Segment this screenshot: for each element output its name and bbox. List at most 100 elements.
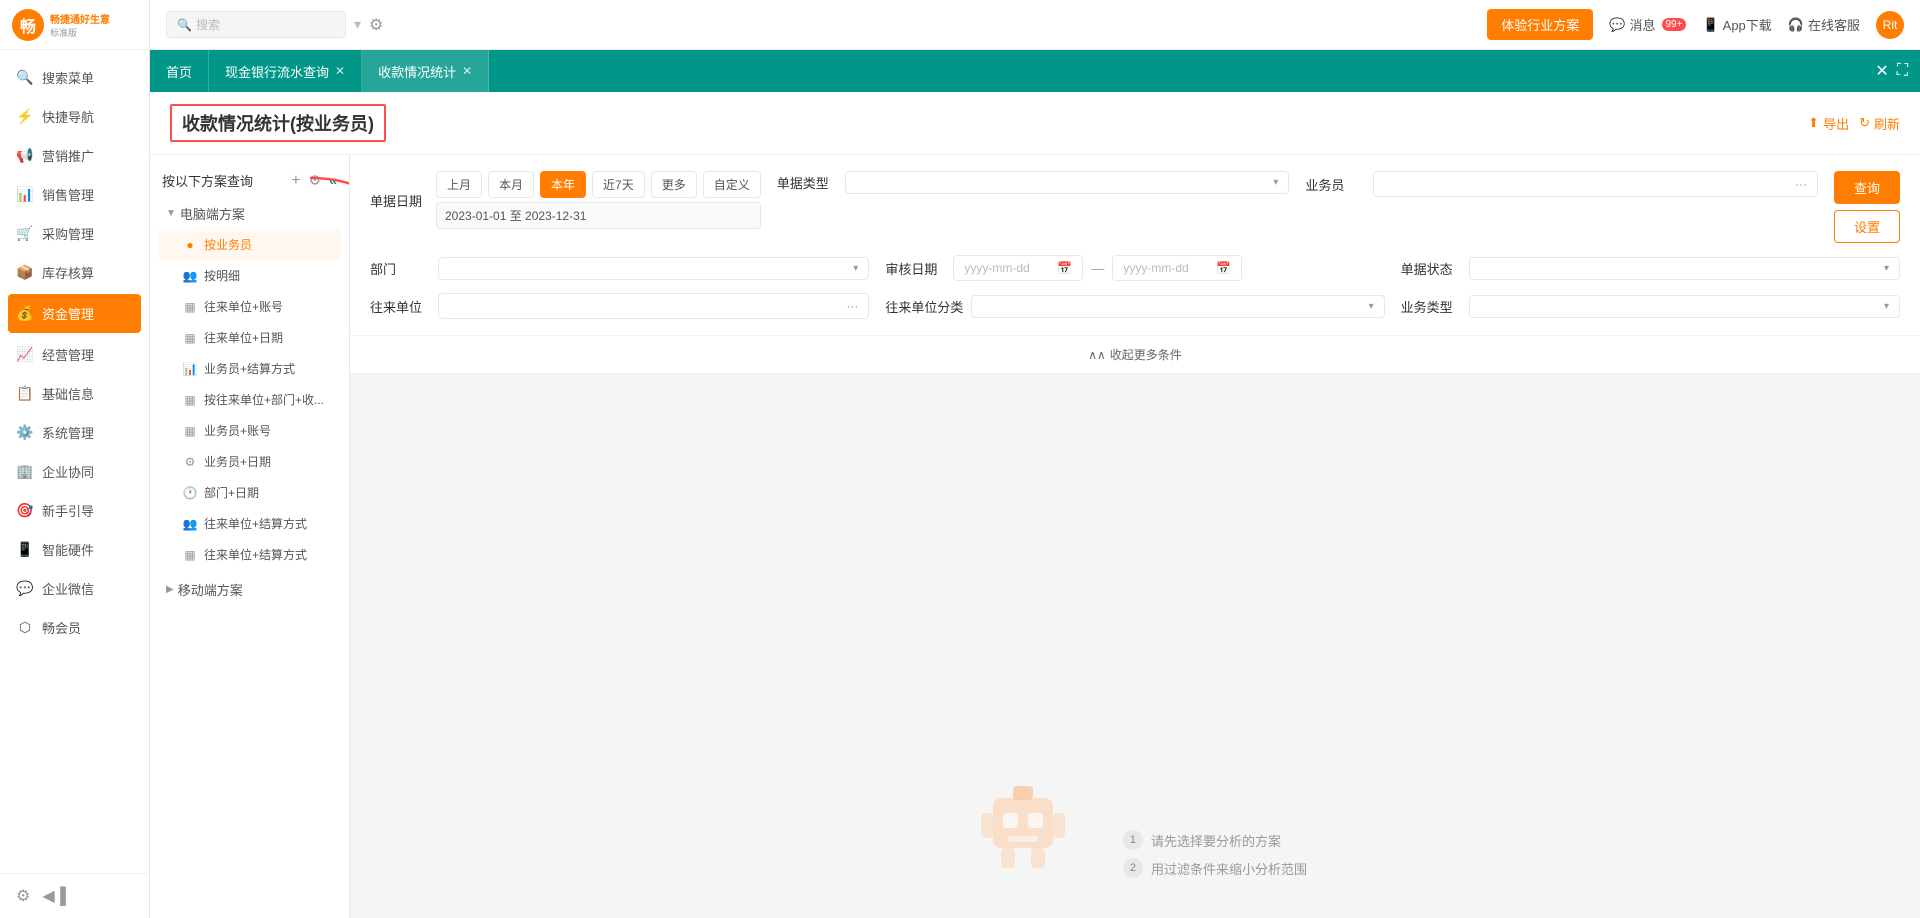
date-label: 单据日期 [370, 191, 430, 210]
left-panel: 按以下方案查询 + ⚙ « [150, 155, 350, 918]
page-content: 收款情况统计(按业务员) ⬆ 导出 ↻ 刷新 按以下方案查询 + [150, 92, 1920, 918]
business-icon: 📈 [16, 346, 34, 364]
doc-status-chevron-icon: ▾ [1884, 263, 1889, 274]
settings-btn[interactable]: 设置 [1834, 210, 1900, 243]
add-plan-icon[interactable]: + [291, 172, 300, 190]
tab-receipt-close[interactable]: ✕ [462, 64, 472, 78]
sidebar-item-base[interactable]: 📋 基础信息 [0, 374, 149, 413]
tip-item-2: 2 用过滤条件来缩小分析范围 [1123, 858, 1307, 878]
review-date-start[interactable]: yyyy-mm-dd 📅 [953, 255, 1083, 281]
biz-type-chevron-icon: ▾ [1884, 301, 1889, 312]
biz-type-select[interactable]: ▾ [1469, 295, 1900, 318]
doc-status-select[interactable]: ▾ [1469, 257, 1900, 280]
collapse-panel-icon[interactable]: « [329, 172, 337, 190]
tab-bank-close[interactable]: ✕ [335, 64, 345, 78]
panel-header: 按以下方案查询 + ⚙ « [150, 163, 349, 198]
enterprise-icon: 🏢 [16, 463, 34, 481]
tree-item-unit-settle1[interactable]: 👥 往来单位+结算方式 [158, 508, 341, 539]
search-icon: 🔍 [16, 69, 34, 87]
query-btn[interactable]: 查询 [1834, 171, 1900, 204]
salesman-more-icon[interactable]: ··· [1795, 177, 1807, 191]
tree-item-salesman-account[interactable]: ▦ 业务员+账号 [158, 415, 341, 446]
header-dropdown-icon[interactable]: ▾ [354, 16, 361, 33]
sidebar-item-purchase[interactable]: 🛒 采购管理 [0, 214, 149, 253]
doc-status-filter: 单据状态 ▾ [1401, 257, 1900, 280]
date-btn-7days[interactable]: 近7天 [592, 171, 645, 198]
sidebar-item-quicknav[interactable]: ⚡ 快捷导航 [0, 97, 149, 136]
sidebar-item-member[interactable]: ⬡ 畅会员 [0, 608, 149, 647]
date-btn-last-month[interactable]: 上月 [436, 171, 482, 198]
dept-select[interactable]: ▾ [438, 257, 869, 280]
date-btn-custom[interactable]: 自定义 [703, 171, 761, 198]
wechat-icon: 💬 [16, 580, 34, 598]
logo-icon: 畅 [12, 9, 44, 41]
tab-receipt[interactable]: 收款情况统计 ✕ [362, 50, 489, 92]
tree-item-unit-settle2[interactable]: ▦ 往来单位+结算方式 [158, 539, 341, 570]
tab-controls: ✕ ⛶ [1875, 61, 1920, 81]
tab-fullscreen-icon[interactable]: ⛶ [1897, 62, 1908, 80]
online-service-btn[interactable]: 🎧 在线客服 [1788, 15, 1860, 34]
doc-type-select[interactable]: ▾ [845, 171, 1290, 194]
header-settings-icon[interactable]: ⚙ [369, 15, 383, 35]
sidebar-item-business[interactable]: 📈 经营管理 [0, 335, 149, 374]
tree-item-dept-date[interactable]: 🕐 部门+日期 [158, 477, 341, 508]
date-btn-more[interactable]: 更多 [651, 171, 697, 198]
counterpart-category-select[interactable]: ▾ [971, 295, 1384, 318]
detail-icon: 👥 [182, 268, 198, 284]
tree-item-unit-account[interactable]: ▦ 往来单位+账号 [158, 291, 341, 322]
salesman-select[interactable]: ··· [1373, 171, 1818, 197]
review-date-end[interactable]: yyyy-mm-dd 📅 [1112, 255, 1242, 281]
tree-item-by-salesman[interactable]: ● 按业务员 [158, 229, 341, 260]
user-avatar[interactable]: Rit [1876, 11, 1904, 39]
logo-area: 畅 畅捷通好生意 标准版 [0, 0, 149, 50]
page-actions: ⬆ 导出 ↻ 刷新 [1808, 114, 1900, 133]
date-btn-this-year[interactable]: 本年 [540, 171, 586, 198]
sidebar-item-marketing[interactable]: 📢 营销推广 [0, 136, 149, 175]
sidebar-item-enterprise[interactable]: 🏢 企业协同 [0, 452, 149, 491]
tab-close-all-icon[interactable]: ✕ [1875, 61, 1888, 81]
counterpart-select[interactable]: ··· [438, 293, 869, 319]
settings-footer-icon[interactable]: ⚙ [16, 886, 30, 906]
sidebar-item-sales[interactable]: 📊 销售管理 [0, 175, 149, 214]
tab-bank[interactable]: 现金银行流水查询 ✕ [209, 50, 362, 92]
sidebar-item-inventory[interactable]: 📦 库存核算 [0, 253, 149, 292]
top-header: 🔍 搜索 ▾ ⚙ 体验行业方案 💬 消息 99+ 📱 App下载 🎧 在线客服 [150, 0, 1920, 50]
sales-icon: 📊 [16, 186, 34, 204]
app-download-btn[interactable]: 📱 App下载 [1702, 15, 1771, 34]
sidebar-item-wechat[interactable]: 💬 企业微信 [0, 569, 149, 608]
refresh-btn[interactable]: ↻ 刷新 [1859, 114, 1900, 133]
page-header: 收款情况统计(按业务员) ⬆ 导出 ↻ 刷新 [150, 92, 1920, 155]
tree-item-by-detail[interactable]: 👥 按明细 [158, 260, 341, 291]
date-btn-this-month[interactable]: 本月 [488, 171, 534, 198]
sidebar-item-hardware[interactable]: 📱 智能硬件 [0, 530, 149, 569]
tree-mobile-title[interactable]: ▶ 移动端方案 [158, 574, 341, 605]
header-right: 体验行业方案 💬 消息 99+ 📱 App下载 🎧 在线客服 Rit [1487, 9, 1904, 40]
unit-account-icon: ▦ [182, 299, 198, 315]
panel-title: 按以下方案查询 [162, 171, 253, 190]
tab-bar: 首页 现金银行流水查询 ✕ 收款情况统计 ✕ ✕ ⛶ [150, 50, 1920, 92]
counterpart-more-icon[interactable]: ··· [846, 299, 858, 313]
collapse-sidebar-icon[interactable]: ◀▐ [42, 886, 66, 906]
empty-robot-illustration [963, 758, 1083, 878]
sidebar-item-guide[interactable]: 🎯 新手引导 [0, 491, 149, 530]
dept-label: 部门 [370, 259, 430, 278]
tab-home[interactable]: 首页 [150, 50, 209, 92]
tree-desktop-title[interactable]: ▼ 电脑端方案 [158, 198, 341, 229]
tree-item-unit-date[interactable]: ▦ 往来单位+日期 [158, 322, 341, 353]
sidebar-item-system[interactable]: ⚙️ 系统管理 [0, 413, 149, 452]
message-btn[interactable]: 💬 消息 99+ [1609, 15, 1686, 34]
export-btn[interactable]: ⬆ 导出 [1808, 114, 1849, 133]
inventory-icon: 📦 [16, 264, 34, 282]
tree-item-unit-dept[interactable]: ▦ 按往来单位+部门+收... [158, 384, 341, 415]
tree-item-salesman-settle[interactable]: 📊 业务员+结算方式 [158, 353, 341, 384]
export-icon: ⬆ [1808, 115, 1819, 131]
sidebar-item-finance[interactable]: 💰 资金管理 [8, 294, 141, 333]
tree-item-salesman-date[interactable]: ⚙ 业务员+日期 [158, 446, 341, 477]
sidebar-item-search[interactable]: 🔍 搜索菜单 [0, 58, 149, 97]
doc-type-chevron-icon: ▾ [1273, 177, 1278, 188]
collapse-bar[interactable]: ∧∧ 收起更多条件 [350, 336, 1920, 374]
settings-plan-icon[interactable]: ⚙ [309, 172, 322, 190]
trial-btn[interactable]: 体验行业方案 [1487, 9, 1593, 40]
filter-row-3: 往来单位 ··· 往来单位分类 ▾ [370, 293, 1900, 319]
header-search[interactable]: 🔍 搜索 [166, 11, 346, 38]
